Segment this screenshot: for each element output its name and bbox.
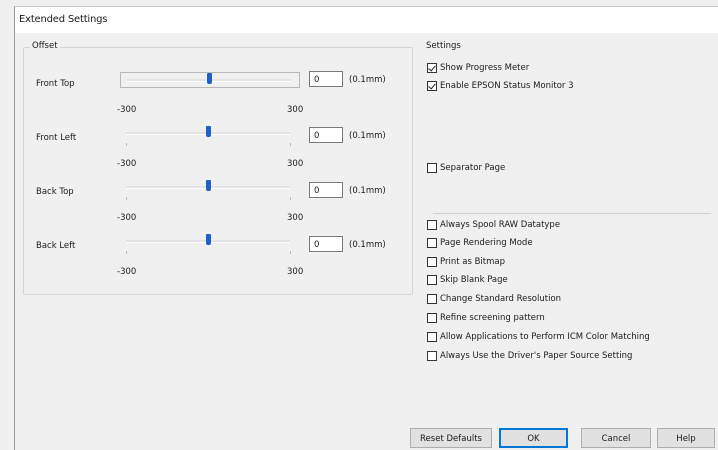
checkbox-box[interactable]: [427, 313, 437, 323]
slider-tick: [126, 251, 127, 254]
page-rendering-mode-checkbox[interactable]: Page Rendering Mode: [427, 238, 533, 248]
front-left-label: Front Left: [36, 133, 77, 143]
back-left-min-label: -300: [117, 267, 137, 277]
reset-defaults-button[interactable]: Reset Defaults: [410, 428, 492, 448]
front-top-max-label: 300: [287, 105, 304, 115]
checkbox-label: Refine screening pattern: [440, 313, 545, 323]
checkbox-box[interactable]: [427, 351, 437, 361]
checkbox-label: Enable EPSON Status Monitor 3: [440, 81, 574, 91]
slider-tick: [290, 197, 291, 200]
checkbox-label: Allow Applications to Perform ICM Color …: [440, 332, 650, 342]
show-progress-meter-checkbox[interactable]: Show Progress Meter: [427, 63, 529, 73]
offset-group: Offset Front Top -300 300 0 (0.1mm) Fron…: [23, 41, 413, 295]
slider-thumb[interactable]: [205, 234, 211, 245]
back-top-max-label: 300: [287, 213, 304, 223]
checkbox-box[interactable]: [427, 163, 437, 173]
always-spool-raw-checkbox[interactable]: Always Spool RAW Datatype: [427, 220, 560, 230]
title-bar: Extended Settings: [15, 7, 718, 33]
checkbox-box[interactable]: [427, 63, 437, 73]
checkbox-box[interactable]: [427, 294, 437, 304]
ok-button[interactable]: OK: [499, 428, 568, 448]
checkbox-box[interactable]: [427, 81, 437, 91]
checkbox-label: Change Standard Resolution: [440, 294, 562, 304]
icm-color-matching-checkbox[interactable]: Allow Applications to Perform ICM Color …: [427, 332, 650, 342]
checkbox-label: Show Progress Meter: [440, 63, 530, 73]
slider-thumb[interactable]: [205, 126, 211, 137]
settings-divider: [433, 213, 711, 214]
checkbox-label: Separator Page: [440, 163, 506, 173]
front-top-label: Front Top: [36, 79, 75, 89]
back-top-unit: (0.1mm): [349, 186, 386, 196]
back-top-min-label: -300: [117, 213, 137, 223]
back-left-label: Back Left: [36, 241, 76, 251]
front-top-min-label: -300: [117, 105, 137, 115]
back-top-input[interactable]: 0: [309, 182, 343, 198]
back-left-max-label: 300: [287, 267, 304, 277]
front-top-input[interactable]: 0: [309, 71, 343, 87]
extended-settings-dialog: Extended Settings Offset Front Top -300 …: [14, 6, 718, 450]
driver-paper-source-checkbox[interactable]: Always Use the Driver's Paper Source Set…: [427, 351, 632, 361]
checkbox-box[interactable]: [427, 275, 437, 285]
checkbox-label: Always Use the Driver's Paper Source Set…: [440, 351, 633, 361]
refine-screening-pattern-checkbox[interactable]: Refine screening pattern: [427, 313, 545, 323]
front-top-unit: (0.1mm): [349, 75, 386, 85]
skip-blank-page-checkbox[interactable]: Skip Blank Page: [427, 275, 508, 285]
slider-thumb[interactable]: [205, 180, 211, 191]
front-top-slider[interactable]: [120, 72, 300, 88]
back-top-label: Back Top: [36, 187, 74, 197]
back-left-input[interactable]: 0: [309, 236, 343, 252]
enable-status-monitor-checkbox[interactable]: Enable EPSON Status Monitor 3: [427, 81, 574, 91]
slider-thumb[interactable]: [206, 73, 212, 84]
print-as-bitmap-checkbox[interactable]: Print as Bitmap: [427, 257, 505, 267]
checkbox-box[interactable]: [427, 238, 437, 248]
front-left-min-label: -300: [117, 159, 137, 169]
checkbox-box[interactable]: [427, 220, 437, 230]
separator-page-checkbox[interactable]: Separator Page: [427, 163, 505, 173]
slider-tick: [290, 251, 291, 254]
checkbox-box[interactable]: [427, 332, 437, 342]
window-title: Extended Settings: [19, 14, 108, 25]
checkbox-label: Always Spool RAW Datatype: [440, 220, 561, 230]
checkbox-box[interactable]: [427, 257, 437, 267]
back-left-unit: (0.1mm): [349, 240, 386, 250]
offset-group-label: Offset: [30, 41, 60, 51]
back-left-slider[interactable]: [120, 234, 298, 254]
cancel-button[interactable]: Cancel: [581, 428, 651, 448]
slider-tick: [290, 143, 291, 146]
front-left-slider[interactable]: [120, 126, 298, 146]
front-left-max-label: 300: [287, 159, 304, 169]
change-standard-resolution-checkbox[interactable]: Change Standard Resolution: [427, 294, 561, 304]
slider-tick: [126, 143, 127, 146]
checkbox-label: Page Rendering Mode: [440, 238, 533, 248]
checkbox-label: Skip Blank Page: [440, 275, 508, 285]
front-left-input[interactable]: 0: [309, 127, 343, 143]
slider-tick: [126, 197, 127, 200]
help-button[interactable]: Help: [657, 428, 715, 448]
back-top-slider[interactable]: [120, 180, 298, 200]
checkbox-label: Print as Bitmap: [440, 257, 506, 267]
settings-group-label: Settings: [424, 41, 463, 51]
front-left-unit: (0.1mm): [349, 131, 386, 141]
